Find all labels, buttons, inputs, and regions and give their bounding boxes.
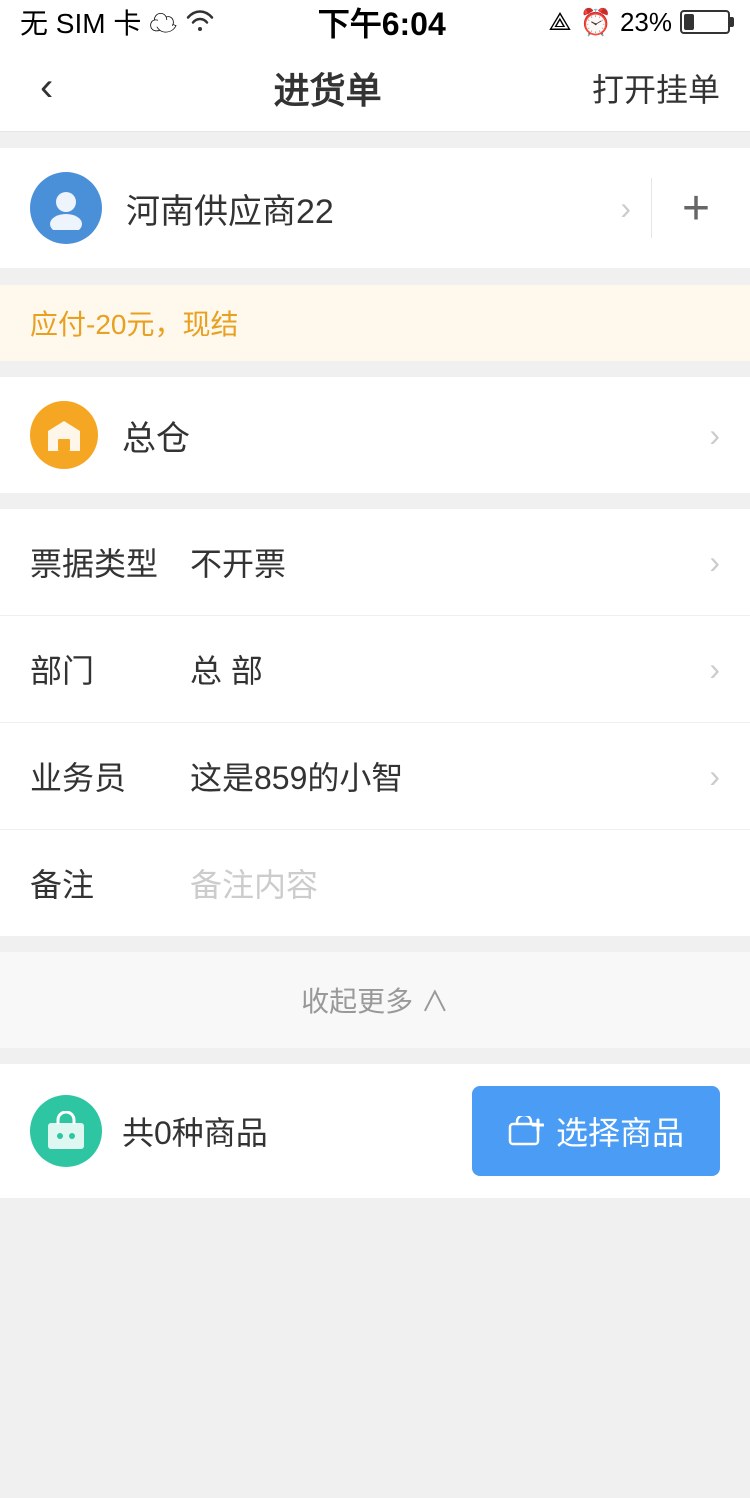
bottom-fill	[0, 1198, 750, 1498]
supplier-row[interactable]: 河南供应商22 › +	[0, 148, 750, 269]
product-icon	[30, 1095, 102, 1167]
remark-label: 备注	[30, 860, 170, 906]
supplier-chevron-icon: ›	[620, 190, 631, 227]
product-count-label: 共0种商品	[122, 1108, 452, 1154]
collapse-button[interactable]: 收起更多 ∧	[0, 952, 750, 1048]
warehouse-row[interactable]: 总仓 ›	[0, 377, 750, 493]
alarm-icon: ⏰	[580, 7, 612, 38]
salesperson-label: 业务员	[30, 753, 170, 799]
supplier-name: 河南供应商22	[126, 184, 620, 233]
add-supplier-button[interactable]: +	[672, 181, 720, 236]
supplier-avatar	[30, 172, 102, 244]
open-pending-button[interactable]: 打开挂单	[592, 65, 720, 111]
salesperson-row[interactable]: 业务员 这是859的小智 ›	[0, 723, 750, 830]
salesperson-chevron-icon: ›	[709, 758, 720, 795]
salesperson-value: 这是859的小智	[190, 753, 709, 799]
status-time: 下午6:04	[318, 0, 446, 45]
department-value: 总 部	[190, 646, 709, 692]
form-section: 票据类型 不开票 › 部门 总 部 › 业务员 这是859的小智 › 备注 备注…	[0, 509, 750, 936]
nav-bar: ‹ 进货单 打开挂单	[0, 44, 750, 132]
battery-icon	[680, 10, 730, 34]
supplier-section: 河南供应商22 › +	[0, 148, 750, 269]
status-left: 无 SIM 卡 ☁	[20, 2, 215, 42]
select-product-label: 选择商品	[556, 1108, 684, 1154]
department-chevron-icon: ›	[709, 651, 720, 688]
invoice-type-row[interactable]: 票据类型 不开票 ›	[0, 509, 750, 616]
invoice-type-label: 票据类型	[30, 539, 170, 585]
back-button[interactable]: ‹	[30, 55, 63, 120]
invoice-type-value: 不开票	[190, 539, 709, 585]
notice-banner: 应付-20元，现结	[0, 285, 750, 361]
no-sim-label: 无 SIM 卡 ☁	[20, 2, 177, 42]
department-row[interactable]: 部门 总 部 ›	[0, 616, 750, 723]
status-right: ⟁ ⏰ 23%	[548, 6, 730, 38]
content: 河南供应商22 › + 应付-20元，现结 总仓 › 票据类型 不开票 ›	[0, 132, 750, 1498]
select-product-button[interactable]: 选择商品	[472, 1086, 720, 1176]
page-title: 进货单	[274, 62, 382, 114]
remark-placeholder[interactable]: 备注内容	[190, 860, 720, 906]
remark-row[interactable]: 备注 备注内容	[0, 830, 750, 936]
warehouse-chevron-icon: ›	[709, 417, 720, 454]
battery-percent: 23%	[620, 7, 672, 38]
warehouse-section[interactable]: 总仓 ›	[0, 377, 750, 493]
top-spacer	[0, 132, 750, 148]
divider	[651, 178, 652, 238]
location-icon: ⟁	[548, 6, 571, 38]
product-bar: 共0种商品 选择商品	[0, 1064, 750, 1198]
department-label: 部门	[30, 646, 170, 692]
warehouse-icon	[30, 401, 98, 469]
status-bar: 无 SIM 卡 ☁ 下午6:04 ⟁ ⏰ 23%	[0, 0, 750, 44]
warehouse-name: 总仓	[122, 411, 709, 460]
invoice-type-chevron-icon: ›	[709, 544, 720, 581]
wifi-icon	[185, 6, 215, 38]
